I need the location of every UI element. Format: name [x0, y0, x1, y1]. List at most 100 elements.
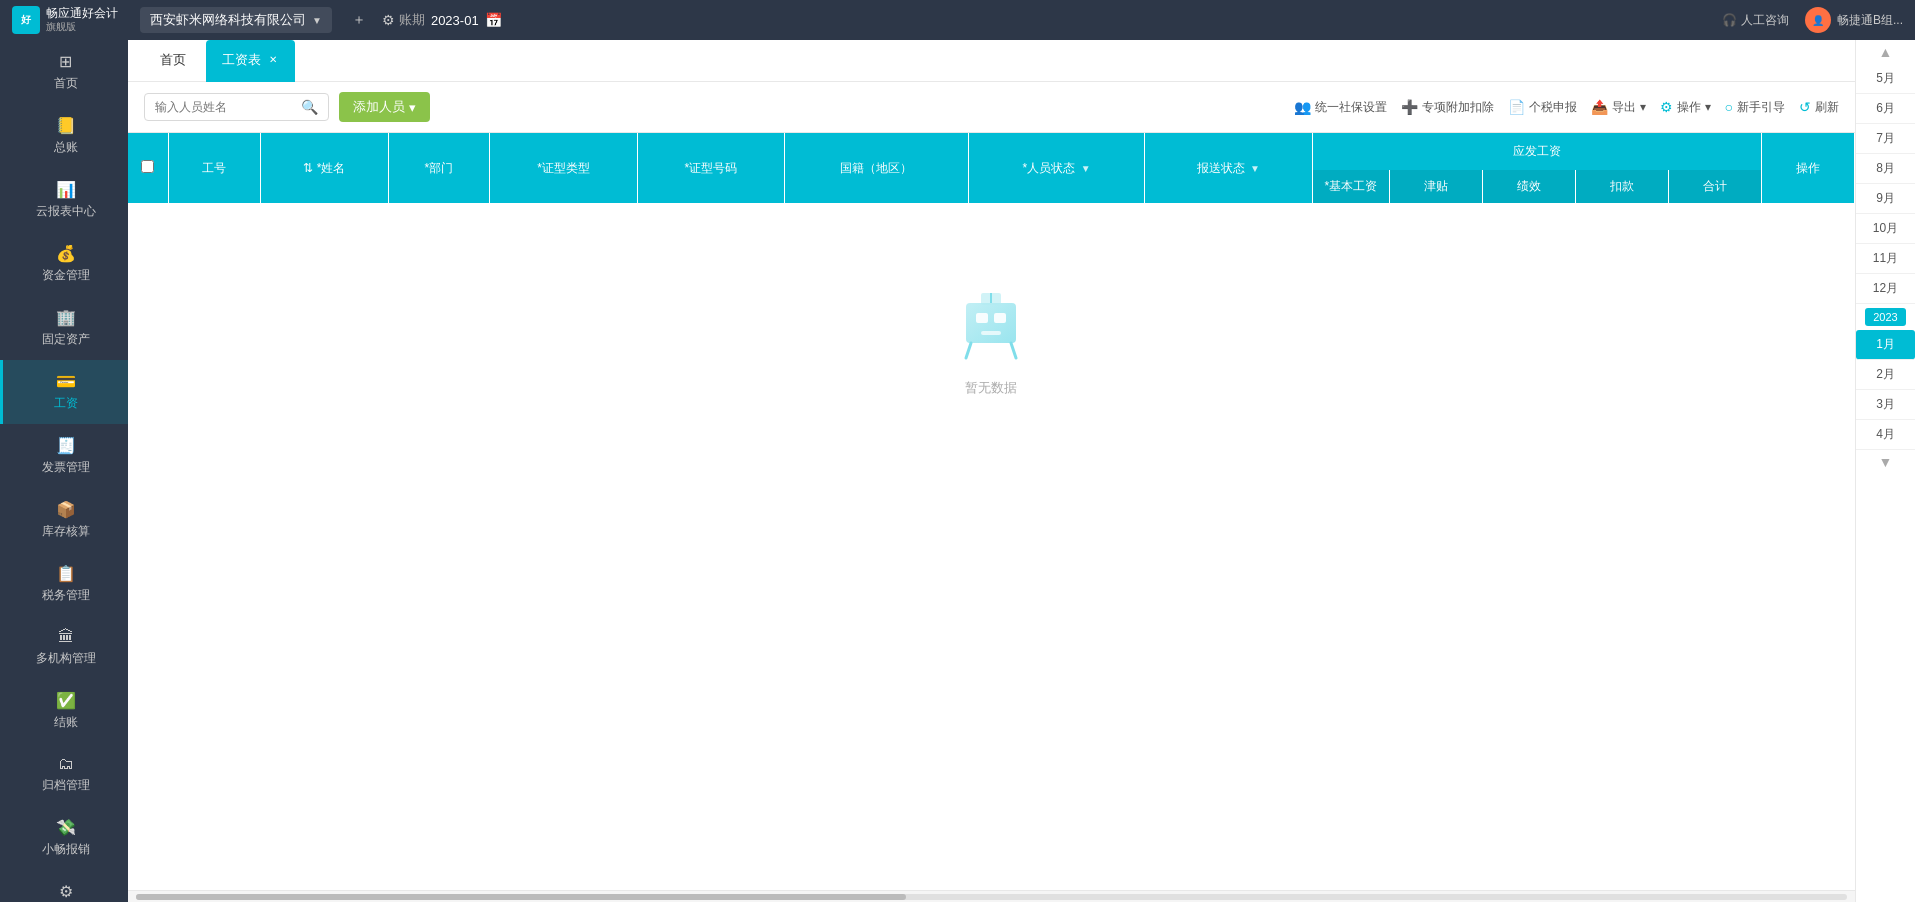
tax-return-icon: 📄 [1508, 99, 1525, 115]
special-deduction-icon: ➕ [1401, 99, 1418, 115]
settings-button[interactable]: ⚙ [378, 8, 399, 32]
add-person-button[interactable]: 添加人员 ▾ [339, 92, 430, 122]
inventory-icon: 📦 [56, 500, 76, 519]
header-actions: ＋ ⚙ [348, 7, 399, 33]
salary-table-container[interactable]: 工号 ⇅ *姓名 *部门 *证型类型 *证型号码 国籍（地区） *人员状态 ▼ … [128, 133, 1855, 890]
sidebar-item-settle[interactable]: ✅ 结账 [0, 679, 128, 743]
guide-label: 新手引导 [1737, 99, 1785, 116]
month-2023-3[interactable]: 3月 [1856, 390, 1915, 420]
company-selector[interactable]: 西安虾米网络科技有限公司 ▼ [140, 7, 332, 33]
guide-toolbar-icon: ○ [1725, 99, 1733, 115]
refresh-button[interactable]: ↺ 刷新 [1799, 99, 1839, 116]
tab-close-icon[interactable]: ✕ [267, 52, 279, 67]
person-status-filter-icon[interactable]: ▼ [1081, 163, 1091, 174]
sidebar-item-archive[interactable]: 🗂 归档管理 [0, 743, 128, 806]
th-base-salary: *基本工资 [1312, 170, 1390, 203]
th-person-status: *人员状态 ▼ [968, 133, 1144, 203]
sidebar-item-home[interactable]: ⊞ 首页 [0, 40, 128, 104]
export-button[interactable]: 📤 导出 ▾ [1591, 99, 1646, 116]
month-2022-10[interactable]: 10月 [1856, 214, 1915, 244]
select-all-checkbox[interactable] [141, 160, 154, 173]
ledger-icon: 📒 [56, 116, 76, 135]
company-name: 西安虾米网络科技有限公司 [150, 11, 306, 29]
month-2023-1[interactable]: 1月 [1856, 330, 1915, 360]
month-2022-12[interactable]: 12月 [1856, 274, 1915, 304]
report-status-filter-icon[interactable]: ▼ [1250, 163, 1260, 174]
tax-return-button[interactable]: 📄 个税申报 [1508, 99, 1577, 116]
sidebar-item-label: 结账 [54, 714, 78, 731]
tab-home[interactable]: 首页 [144, 40, 202, 82]
month-2022-5[interactable]: 5月 [1856, 64, 1915, 94]
sidebar-item-label: 小畅报销 [42, 841, 90, 858]
th-performance: 绩效 [1483, 170, 1576, 203]
content-area: 首页 工资表 ✕ 🔍 添加人员 ▾ 👥 统一社保设置 [128, 40, 1855, 902]
salary-table: 工号 ⇅ *姓名 *部门 *证型类型 *证型号码 国籍（地区） *人员状态 ▼ … [128, 133, 1855, 477]
month-2022-8[interactable]: 8月 [1856, 154, 1915, 184]
bottom-scrollbar[interactable] [128, 890, 1855, 902]
month-2022-7[interactable]: 7月 [1856, 124, 1915, 154]
export-icon: 📤 [1591, 99, 1608, 115]
year-2023-label[interactable]: 2023 [1865, 308, 1905, 326]
month-2022-6[interactable]: 6月 [1856, 94, 1915, 124]
th-name: ⇅ *姓名 [261, 133, 388, 203]
sidebar-item-salary[interactable]: 💳 工资 [0, 360, 128, 424]
month-2023-2[interactable]: 2月 [1856, 360, 1915, 390]
app-logo: 好 畅应通好会计 旗舰版 [12, 6, 140, 34]
user-info[interactable]: 👤 畅捷通B组... [1805, 7, 1903, 33]
add-person-label: 添加人员 [353, 98, 405, 116]
sidebar-item-settings[interactable]: ⚙ 基础设置 [0, 870, 128, 902]
calendar-icon[interactable]: 📅 [485, 12, 502, 28]
sidebar-item-expense[interactable]: 💸 小畅报销 [0, 806, 128, 870]
add-company-button[interactable]: ＋ [348, 7, 370, 33]
tax-icon: 📋 [56, 564, 76, 583]
fund-icon: 💰 [56, 244, 76, 263]
th-deduction: 扣款 [1576, 170, 1669, 203]
sidebar-item-invoice[interactable]: 🧾 发票管理 [0, 424, 128, 488]
special-deduction-button[interactable]: ➕ 专项附加扣除 [1401, 99, 1494, 116]
th-emp-id: 工号 [168, 133, 261, 203]
sidebar-item-fund[interactable]: 💰 资金管理 [0, 232, 128, 296]
sidebar-item-inventory[interactable]: 📦 库存核算 [0, 488, 128, 552]
scroll-up-button[interactable]: ▲ [1856, 40, 1915, 64]
sidebar-item-report[interactable]: 📊 云报表中心 [0, 168, 128, 232]
special-deduction-label: 专项附加扣除 [1422, 99, 1494, 116]
sidebar-item-asset[interactable]: 🏢 固定资产 [0, 296, 128, 360]
logo-text-block: 畅应通好会计 旗舰版 [46, 6, 118, 34]
th-group-salary: 应发工资 [1312, 133, 1761, 170]
search-input[interactable] [155, 100, 295, 114]
sidebar-item-tax[interactable]: 📋 税务管理 [0, 552, 128, 616]
sidebar-item-multi[interactable]: 🏛 多机构管理 [0, 616, 128, 679]
guide-button[interactable]: ○ 新手引导 [1725, 99, 1785, 116]
service-button[interactable]: 🎧 人工咨询 [1722, 12, 1789, 29]
scroll-down-button[interactable]: ▼ [1856, 450, 1915, 474]
home-icon: ⊞ [59, 52, 72, 71]
sidebar-item-ledger[interactable]: 📒 总账 [0, 104, 128, 168]
salary-icon: 💳 [56, 372, 76, 391]
period-info: 账期 2023-01 📅 [399, 11, 502, 29]
table-header-row: 工号 ⇅ *姓名 *部门 *证型类型 *证型号码 国籍（地区） *人员状态 ▼ … [128, 133, 1855, 170]
svg-line-4 [966, 343, 971, 358]
tab-salary-table[interactable]: 工资表 ✕ [206, 40, 295, 82]
operations-label: 操作 [1677, 99, 1701, 116]
empty-state-row: 暂无数据 [128, 203, 1855, 477]
month-2022-11[interactable]: 11月 [1856, 244, 1915, 274]
month-2023-4[interactable]: 4月 [1856, 420, 1915, 450]
add-person-dropdown-arrow: ▾ [409, 100, 416, 115]
multi-icon: 🏛 [58, 628, 74, 646]
period-label: 账期 [399, 11, 425, 29]
social-security-button[interactable]: 👥 统一社保设置 [1294, 99, 1387, 116]
social-security-icon: 👥 [1294, 99, 1311, 115]
tab-bar: 首页 工资表 ✕ [128, 40, 1855, 82]
operations-icon: ⚙ [1660, 99, 1673, 115]
scroll-track [136, 894, 1847, 900]
tab-salary-label: 工资表 [222, 51, 261, 69]
company-dropdown-arrow: ▼ [312, 15, 322, 26]
operations-button[interactable]: ⚙ 操作 ▾ [1660, 99, 1711, 116]
table-body: 暂无数据 [128, 203, 1855, 477]
export-label: 导出 [1612, 99, 1636, 116]
app-name: 畅应通好会计 [46, 6, 118, 20]
archive-icon: 🗂 [58, 755, 74, 773]
svg-rect-0 [966, 303, 1016, 343]
settings-sidebar-icon: ⚙ [59, 882, 73, 901]
month-2022-9[interactable]: 9月 [1856, 184, 1915, 214]
